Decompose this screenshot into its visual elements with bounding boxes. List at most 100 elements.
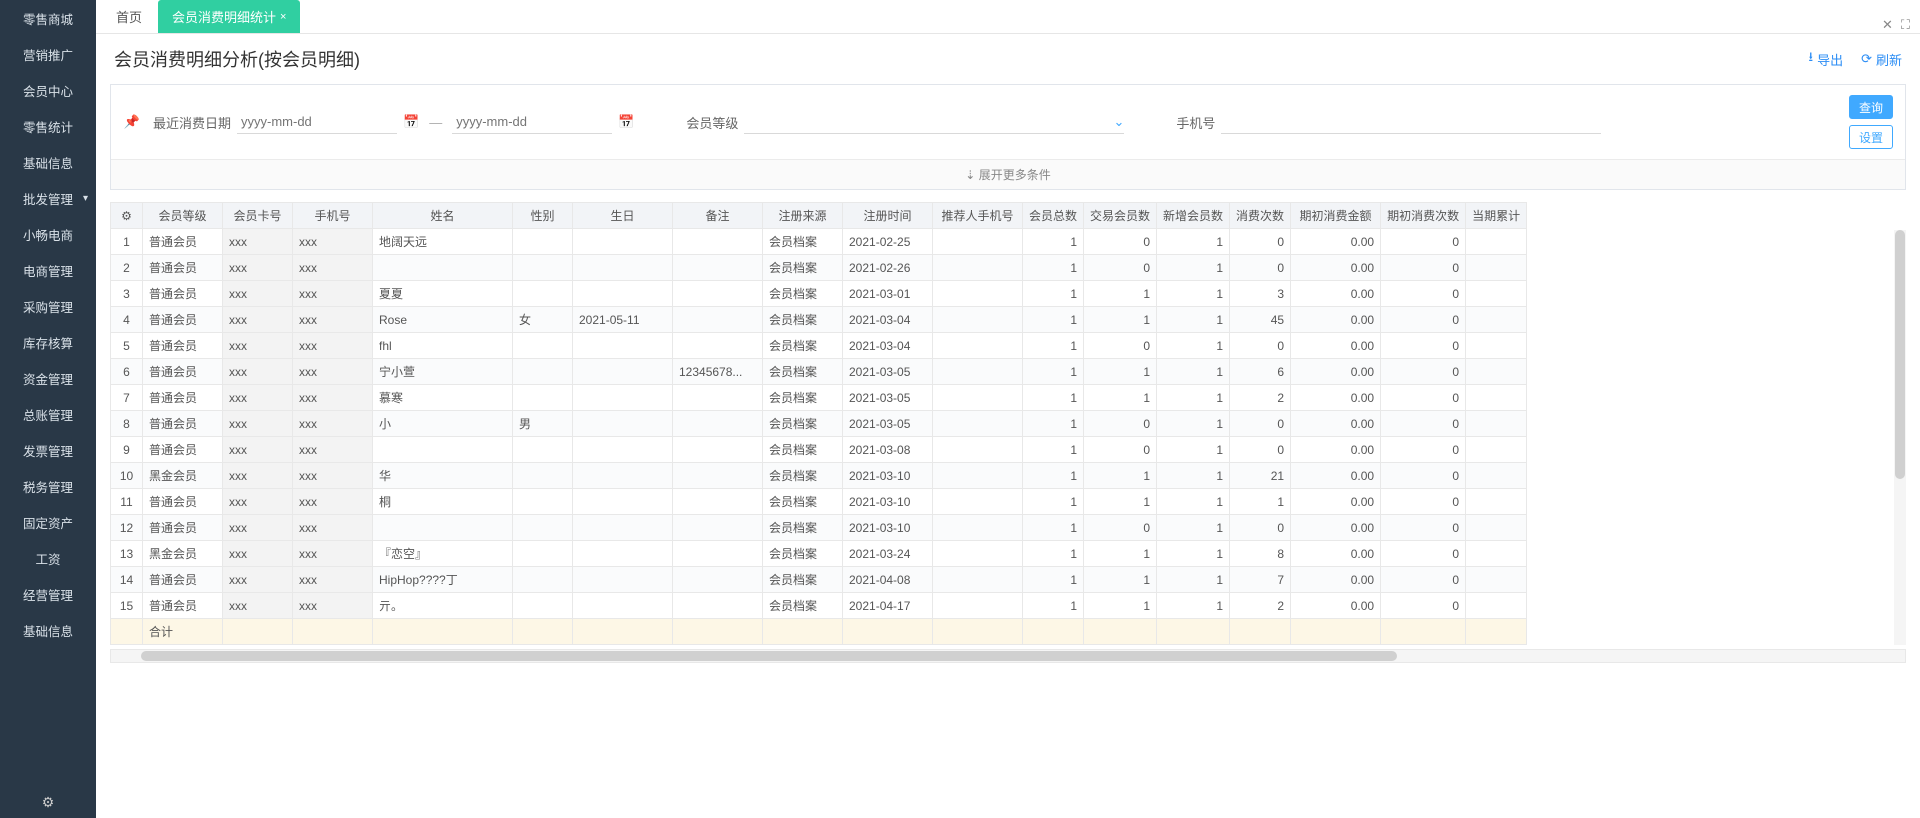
tab-home[interactable]: 首页 [102, 0, 156, 33]
cell [933, 281, 1023, 307]
column-header[interactable]: 当期累计 [1466, 203, 1527, 229]
column-header[interactable]: 生日 [573, 203, 673, 229]
sidebar-item[interactable]: 营销推广 [0, 36, 96, 72]
table-row[interactable]: 10黑金会员xxxxxx华会员档案2021-03-10111210.000 [111, 463, 1527, 489]
sidebar-item[interactable]: 税务管理 [0, 468, 96, 504]
cell: 0 [1381, 359, 1466, 385]
cell: 13 [111, 541, 143, 567]
cell: 0.00 [1291, 437, 1381, 463]
sidebar-item[interactable]: 批发管理 [0, 180, 96, 216]
sidebar-item[interactable]: 资金管理 [0, 360, 96, 396]
cell [573, 255, 673, 281]
cell: 1 [1023, 281, 1084, 307]
column-header[interactable]: 会员卡号 [223, 203, 293, 229]
close-all-icon[interactable]: ✕ [1882, 17, 1893, 33]
cell: xxx [293, 385, 373, 411]
pin-icon[interactable]: 📌 [123, 114, 141, 130]
table-row[interactable]: 1普通会员xxxxxx地阔天远会员档案2021-02-2510100.000 [111, 229, 1527, 255]
cell [843, 619, 933, 645]
column-header[interactable]: 注册来源 [763, 203, 843, 229]
table-row[interactable]: 3普通会员xxxxxx夏夏会员档案2021-03-0111130.000 [111, 281, 1527, 307]
sidebar-item[interactable]: 经营管理 [0, 576, 96, 612]
column-header[interactable]: 备注 [673, 203, 763, 229]
query-button[interactable]: 查询 [1849, 95, 1893, 119]
cell [573, 281, 673, 307]
sidebar-item[interactable]: 库存核算 [0, 324, 96, 360]
table-row[interactable]: 6普通会员xxxxxx宁小萱12345678...会员档案2021-03-051… [111, 359, 1527, 385]
calendar-icon[interactable]: 📅 [618, 114, 634, 130]
fullscreen-icon[interactable]: ⛶ [1901, 17, 1910, 33]
sidebar-item[interactable]: 采购管理 [0, 288, 96, 324]
sidebar-item[interactable]: 零售统计 [0, 108, 96, 144]
sidebar-item[interactable]: 会员中心 [0, 72, 96, 108]
table-row[interactable]: 14普通会员xxxxxxHipHop????丁会员档案2021-04-08111… [111, 567, 1527, 593]
cell [1466, 515, 1527, 541]
table-row[interactable]: 15普通会员xxxxxx亓。会员档案2021-04-1711120.000 [111, 593, 1527, 619]
settings-button[interactable]: 设置 [1849, 125, 1893, 149]
table-row[interactable]: 13黑金会员xxxxxx『恋空』会员档案2021-03-2411180.000 [111, 541, 1527, 567]
tab-member-detail[interactable]: 会员消费明细统计 × [158, 0, 300, 33]
settings-gear-icon[interactable]: ⚙ [0, 786, 96, 818]
data-table: ⚙会员等级会员卡号手机号姓名性别生日备注注册来源注册时间推荐人手机号会员总数交易… [110, 202, 1906, 645]
column-settings-icon[interactable]: ⚙ [111, 203, 143, 229]
cell: 0 [1381, 411, 1466, 437]
column-header[interactable]: 性别 [513, 203, 573, 229]
table-row[interactable]: 9普通会员xxxxxx会员档案2021-03-0810100.000 [111, 437, 1527, 463]
export-button[interactable]: ⭳ 导出 [1809, 48, 1844, 70]
column-header[interactable]: 交易会员数 [1084, 203, 1157, 229]
expand-filters[interactable]: ⇣ 展开更多条件 [111, 159, 1905, 189]
cell: 普通会员 [143, 333, 223, 359]
cell [1230, 619, 1291, 645]
sidebar-item[interactable]: 总账管理 [0, 396, 96, 432]
table-row[interactable]: 4普通会员xxxxxxRose女2021-05-11会员档案2021-03-04… [111, 307, 1527, 333]
column-header[interactable]: 会员总数 [1023, 203, 1084, 229]
cell: 会员档案 [763, 593, 843, 619]
cell: 会员档案 [763, 255, 843, 281]
sidebar-item[interactable]: 小畅电商 [0, 216, 96, 252]
date-to-input[interactable] [452, 110, 612, 134]
cell: xxx [223, 229, 293, 255]
cell: 0 [1381, 515, 1466, 541]
column-header[interactable]: 会员等级 [143, 203, 223, 229]
column-header[interactable]: 期初消费次数 [1381, 203, 1466, 229]
level-select[interactable]: ⌄ [744, 110, 1124, 134]
horizontal-scrollbar[interactable] [110, 649, 1906, 663]
cell: 夏夏 [373, 281, 513, 307]
calendar-icon[interactable]: 📅 [403, 114, 419, 130]
column-header[interactable]: 手机号 [293, 203, 373, 229]
table-row[interactable]: 2普通会员xxxxxx会员档案2021-02-2610100.000 [111, 255, 1527, 281]
column-header[interactable]: 注册时间 [843, 203, 933, 229]
table-row[interactable]: 8普通会员xxxxxx小男会员档案2021-03-0510100.000 [111, 411, 1527, 437]
phone-input[interactable] [1221, 110, 1601, 134]
cell: 1 [1023, 333, 1084, 359]
column-header[interactable]: 姓名 [373, 203, 513, 229]
cell: 3 [1230, 281, 1291, 307]
cell [573, 333, 673, 359]
table-row[interactable]: 7普通会员xxxxxx慕寒会员档案2021-03-0511120.000 [111, 385, 1527, 411]
column-header[interactable]: 消费次数 [1230, 203, 1291, 229]
column-header[interactable]: 新增会员数 [1157, 203, 1230, 229]
sidebar-item[interactable]: 工资 [0, 540, 96, 576]
cell [933, 255, 1023, 281]
sidebar-item[interactable]: 基础信息 [0, 612, 96, 648]
date-from-input[interactable] [237, 110, 397, 134]
date-label: 最近消费日期 [153, 113, 231, 132]
column-header[interactable]: 期初消费金额 [1291, 203, 1381, 229]
cell: 普通会员 [143, 411, 223, 437]
sidebar-item[interactable]: 发票管理 [0, 432, 96, 468]
table-row[interactable]: 5普通会员xxxxxxfhl会员档案2021-03-0410100.000 [111, 333, 1527, 359]
table-row[interactable]: 12普通会员xxxxxx会员档案2021-03-1010100.000 [111, 515, 1527, 541]
table-row[interactable]: 11普通会员xxxxxx桐会员档案2021-03-1011110.000 [111, 489, 1527, 515]
cell: xxx [293, 437, 373, 463]
cell [1466, 567, 1527, 593]
close-icon[interactable]: × [280, 11, 286, 23]
vertical-scrollbar[interactable] [1894, 230, 1906, 645]
cell [1466, 541, 1527, 567]
refresh-button[interactable]: ⟳ 刷新 [1861, 48, 1902, 70]
sidebar-item[interactable]: 零售商城 [0, 0, 96, 36]
sidebar-item[interactable]: 固定资产 [0, 504, 96, 540]
sidebar-item[interactable]: 电商管理 [0, 252, 96, 288]
cell [373, 437, 513, 463]
sidebar-item[interactable]: 基础信息 [0, 144, 96, 180]
column-header[interactable]: 推荐人手机号 [933, 203, 1023, 229]
